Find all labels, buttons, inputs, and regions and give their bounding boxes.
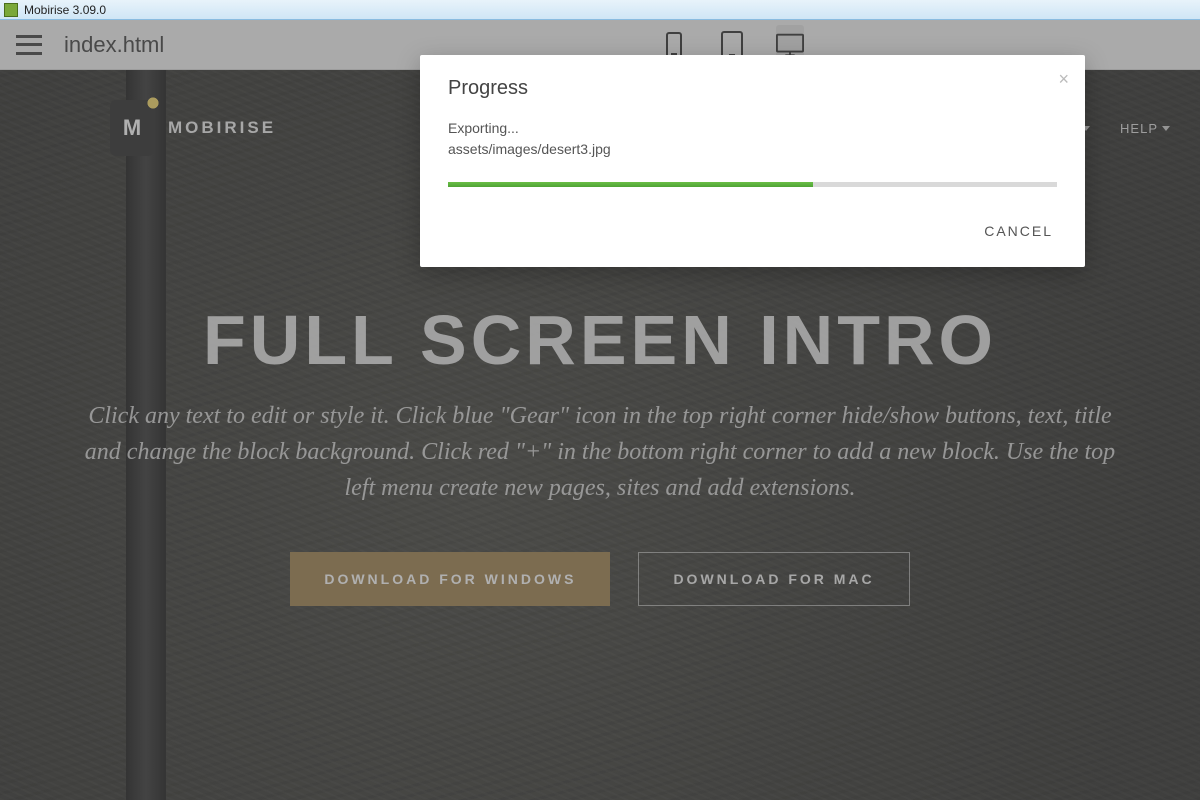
progress-bar (448, 182, 1057, 187)
dialog-actions: CANCEL (448, 215, 1057, 247)
cancel-button[interactable]: CANCEL (980, 215, 1057, 247)
app-icon (4, 3, 18, 17)
app-shell: index.html M MOBIRISE S (0, 20, 1200, 800)
dialog-title: Progress (448, 77, 1057, 100)
progress-bar-fill (448, 182, 813, 187)
export-current-file: assets/images/desert3.jpg (448, 139, 1057, 160)
progress-dialog: Progress × Exporting... assets/images/de… (420, 55, 1085, 267)
close-icon[interactable]: × (1058, 69, 1069, 90)
window-title: Mobirise 3.09.0 (24, 3, 106, 17)
dialog-body: Exporting... assets/images/desert3.jpg (448, 118, 1057, 160)
window-titlebar: Mobirise 3.09.0 (0, 0, 1200, 20)
export-status-line: Exporting... (448, 118, 1057, 139)
